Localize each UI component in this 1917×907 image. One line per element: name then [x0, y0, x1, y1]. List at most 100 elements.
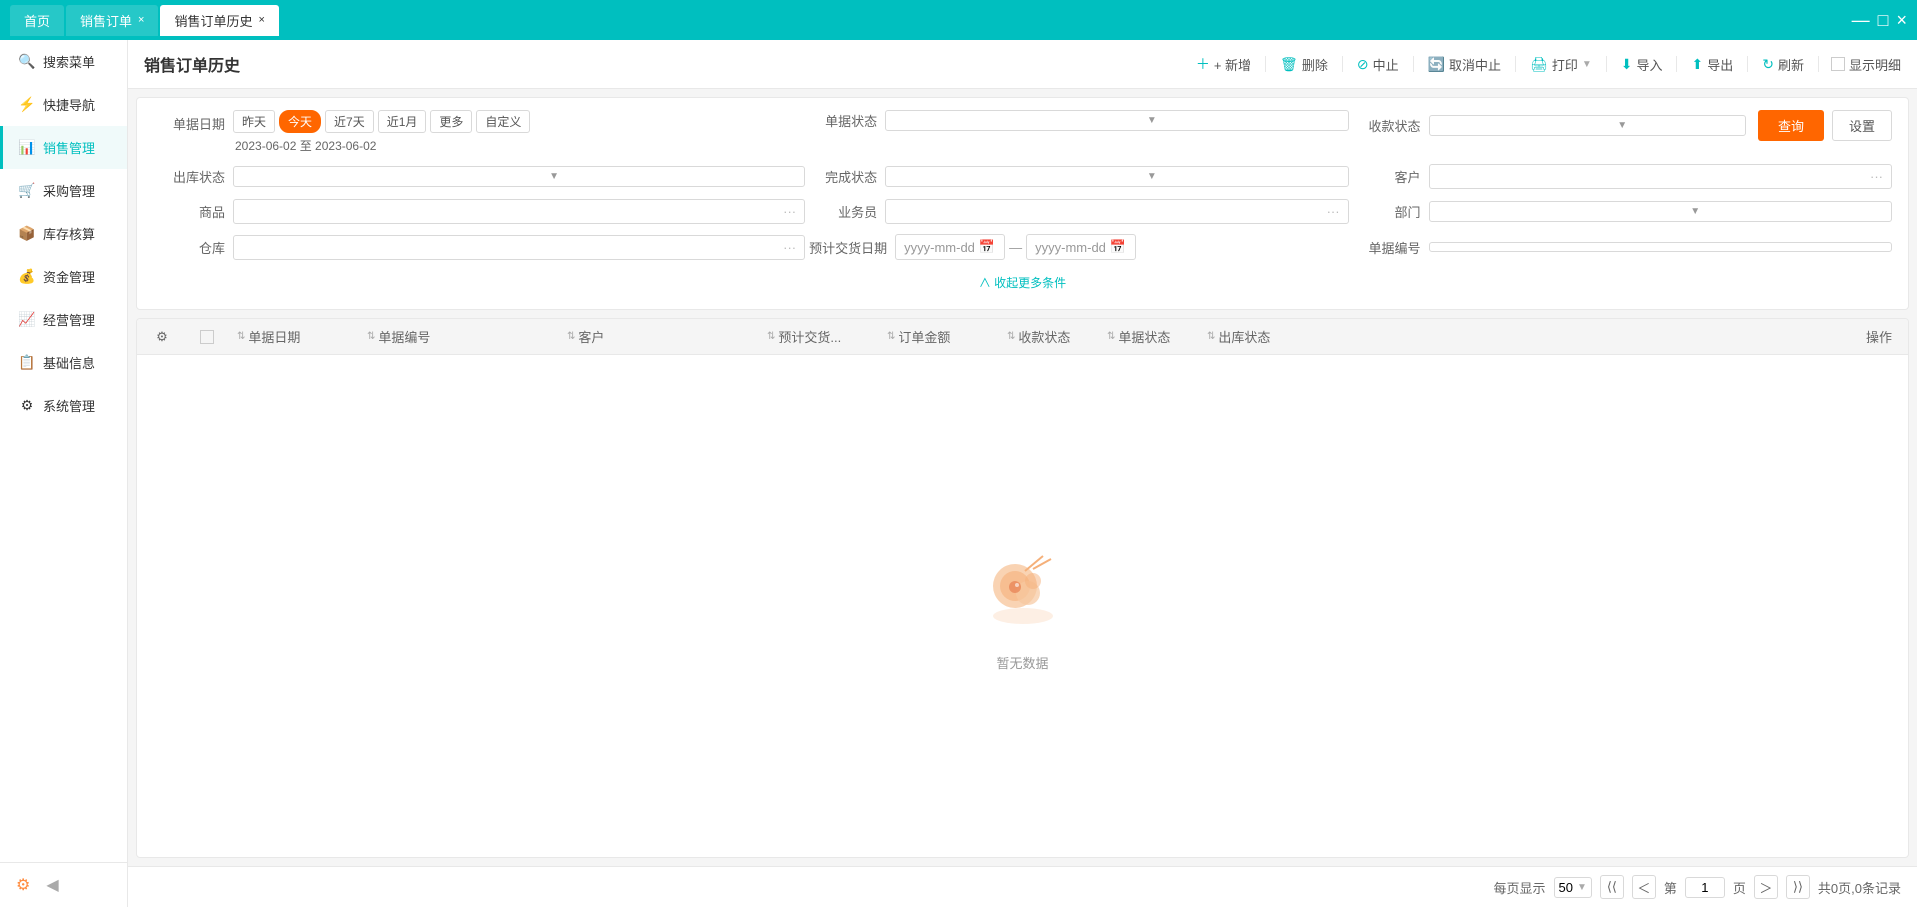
divider6 [1676, 56, 1677, 72]
delivery-date-start[interactable]: yyyy-mm-dd 📅 [895, 234, 1005, 260]
gear-icon: ⚙ [156, 329, 168, 345]
tab-sales-order[interactable]: 销售订单 × [66, 5, 158, 36]
th-date[interactable]: ⇅ 单据日期 [227, 327, 357, 346]
th-gear[interactable]: ⚙ [137, 329, 187, 345]
first-page-btn[interactable]: ⟨⟨ [1600, 875, 1624, 899]
warehouse-input[interactable]: ··· [233, 235, 805, 260]
export-button[interactable]: ⬆ 导出 [1689, 51, 1735, 78]
sort-icon-date: ⇅ [237, 331, 245, 342]
empty-state: 暂无数据 [137, 355, 1908, 857]
collapse-btn[interactable]: ∧ 收起更多条件 [153, 268, 1892, 297]
payment-status-select[interactable]: ▼ [1429, 115, 1746, 136]
expected-delivery-label: 预计交货日期 [805, 238, 895, 257]
th-docno[interactable]: ⇅ 单据编号 [357, 327, 557, 346]
sidebar-item-inventory[interactable]: 📦 库存核算 [0, 212, 127, 255]
customer-input[interactable]: ··· [1429, 164, 1892, 189]
th-checkbox[interactable] [187, 330, 227, 344]
page-input[interactable] [1685, 877, 1725, 898]
last-page-btn[interactable]: ⟩⟩ [1786, 875, 1810, 899]
sidebar-item-basic-info[interactable]: 📋 基础信息 [0, 341, 127, 384]
sidebar-item-capital-mgmt-label: 资金管理 [43, 267, 95, 286]
th-amount[interactable]: ⇅ 订单金额 [877, 327, 997, 346]
settings-button[interactable]: 设置 [1832, 110, 1892, 141]
capital-mgmt-icon: 💰 [19, 269, 35, 285]
new-button[interactable]: ＋ + 新增 [1194, 50, 1253, 78]
sidebar-item-search-menu-label: 搜索菜单 [43, 52, 95, 71]
prev-page-btn[interactable]: ＜ [1632, 875, 1656, 899]
header-checkbox[interactable] [200, 330, 214, 344]
print-icon: 🖨 [1530, 56, 1548, 73]
sidebar-collapse-icon[interactable]: ◀ [46, 875, 58, 895]
th-operation-label: 操作 [1866, 327, 1892, 346]
doc-status-select[interactable]: ▼ [885, 110, 1348, 131]
th-out-status[interactable]: ⇅ 出库状态 [1197, 327, 1297, 346]
import-label: 导入 [1636, 55, 1662, 74]
sidebar-item-capital-mgmt[interactable]: 💰 资金管理 [0, 255, 127, 298]
query-button[interactable]: 查询 [1758, 110, 1824, 141]
th-payment-status[interactable]: ⇅ 收款状态 [997, 327, 1097, 346]
date-btn-today[interactable]: 今天 [279, 110, 321, 133]
stop-button[interactable]: ⊘ 中止 [1355, 51, 1401, 78]
th-operation: 操作 [1297, 327, 1908, 346]
date-label: 单据日期 [153, 110, 233, 133]
department-select[interactable]: ▼ [1429, 201, 1892, 222]
table-area: ⚙ ⇅ 单据日期 ⇅ 单据编号 ⇅ 客户 ⇅ [136, 318, 1909, 858]
th-date-label: 单据日期 [248, 327, 300, 346]
sales-person-label: 业务员 [805, 202, 885, 221]
delivery-date-end[interactable]: yyyy-mm-dd 📅 [1026, 234, 1136, 260]
sidebar-item-system-mgmt[interactable]: ⚙ 系统管理 [0, 384, 127, 427]
top-bar-minimize-icon[interactable]: □ [1878, 10, 1889, 31]
refresh-button[interactable]: ↻ 刷新 [1760, 51, 1806, 78]
date-btn-yesterday[interactable]: 昨天 [233, 110, 275, 133]
divider3 [1413, 56, 1414, 72]
delivery-date-start-text: yyyy-mm-dd [904, 240, 975, 255]
cancel-stop-button[interactable]: 🔄 取消中止 [1426, 51, 1503, 78]
th-customer[interactable]: ⇅ 客户 [557, 327, 757, 346]
sidebar-settings-icon[interactable]: ⚙ [16, 875, 30, 895]
tab-sales-order-history[interactable]: 销售订单历史 × [160, 5, 278, 36]
out-status-arrow: ▼ [549, 171, 796, 182]
delivery-date-end-text: yyyy-mm-dd [1035, 240, 1106, 255]
inventory-icon: 📦 [19, 226, 35, 242]
date-btn-more[interactable]: 更多 [430, 110, 472, 133]
display-toggle-checkbox[interactable] [1831, 57, 1845, 71]
out-status-label: 出库状态 [153, 167, 233, 186]
sidebar-item-basic-info-label: 基础信息 [43, 353, 95, 372]
display-toggle-label: 显示明细 [1849, 55, 1901, 74]
sidebar-item-operations-mgmt-label: 经营管理 [43, 310, 95, 329]
print-button[interactable]: 🖨 打印 ▼ [1528, 51, 1594, 78]
next-page-btn[interactable]: ＞ [1754, 875, 1778, 899]
divider8 [1818, 56, 1819, 72]
sidebar-item-sales-mgmt-label: 销售管理 [43, 138, 95, 157]
th-doc-status[interactable]: ⇅ 单据状态 [1097, 327, 1197, 346]
top-bar-close-icon[interactable]: — [1852, 10, 1870, 31]
date-btn-custom[interactable]: 自定义 [476, 110, 530, 133]
close-sales-order-history-icon[interactable]: × [258, 14, 264, 26]
date-btn-7days[interactable]: 近7天 [325, 110, 374, 133]
sidebar-item-operations-mgmt[interactable]: 📈 经营管理 [0, 298, 127, 341]
top-bar-close-btn[interactable]: × [1896, 10, 1907, 31]
sales-person-input[interactable]: ··· [885, 199, 1348, 224]
purchase-mgmt-icon: 🛒 [19, 183, 35, 199]
warehouse-label: 仓库 [153, 238, 233, 257]
th-delivery[interactable]: ⇅ 预计交货... [757, 327, 877, 346]
cancel-stop-label: 取消中止 [1449, 55, 1501, 74]
delete-button[interactable]: 🗑 删除 [1278, 51, 1330, 78]
sidebar-item-search-menu[interactable]: 🔍 搜索菜单 [0, 40, 127, 83]
import-icon: ⬇ [1621, 56, 1633, 73]
product-input[interactable]: ··· [233, 199, 805, 224]
sidebar-item-sales-mgmt[interactable]: 📊 销售管理 [0, 126, 127, 169]
close-sales-order-icon[interactable]: × [138, 14, 144, 26]
complete-status-select[interactable]: ▼ [885, 166, 1348, 187]
import-button[interactable]: ⬇ 导入 [1619, 51, 1665, 78]
out-status-select[interactable]: ▼ [233, 166, 805, 187]
sidebar-item-purchase-mgmt[interactable]: 🛒 采购管理 [0, 169, 127, 212]
date-btn-1month[interactable]: 近1月 [378, 110, 427, 133]
per-page-select[interactable]: 50 ▼ [1554, 877, 1592, 898]
tab-home[interactable]: 首页 [10, 5, 64, 36]
display-toggle[interactable]: 显示明细 [1831, 55, 1901, 74]
new-label: + 新增 [1214, 55, 1251, 74]
doc-number-input[interactable] [1429, 242, 1892, 252]
sidebar-item-quick-nav[interactable]: ⚡ 快捷导航 [0, 83, 127, 126]
sort-icon-amount: ⇅ [887, 331, 895, 342]
